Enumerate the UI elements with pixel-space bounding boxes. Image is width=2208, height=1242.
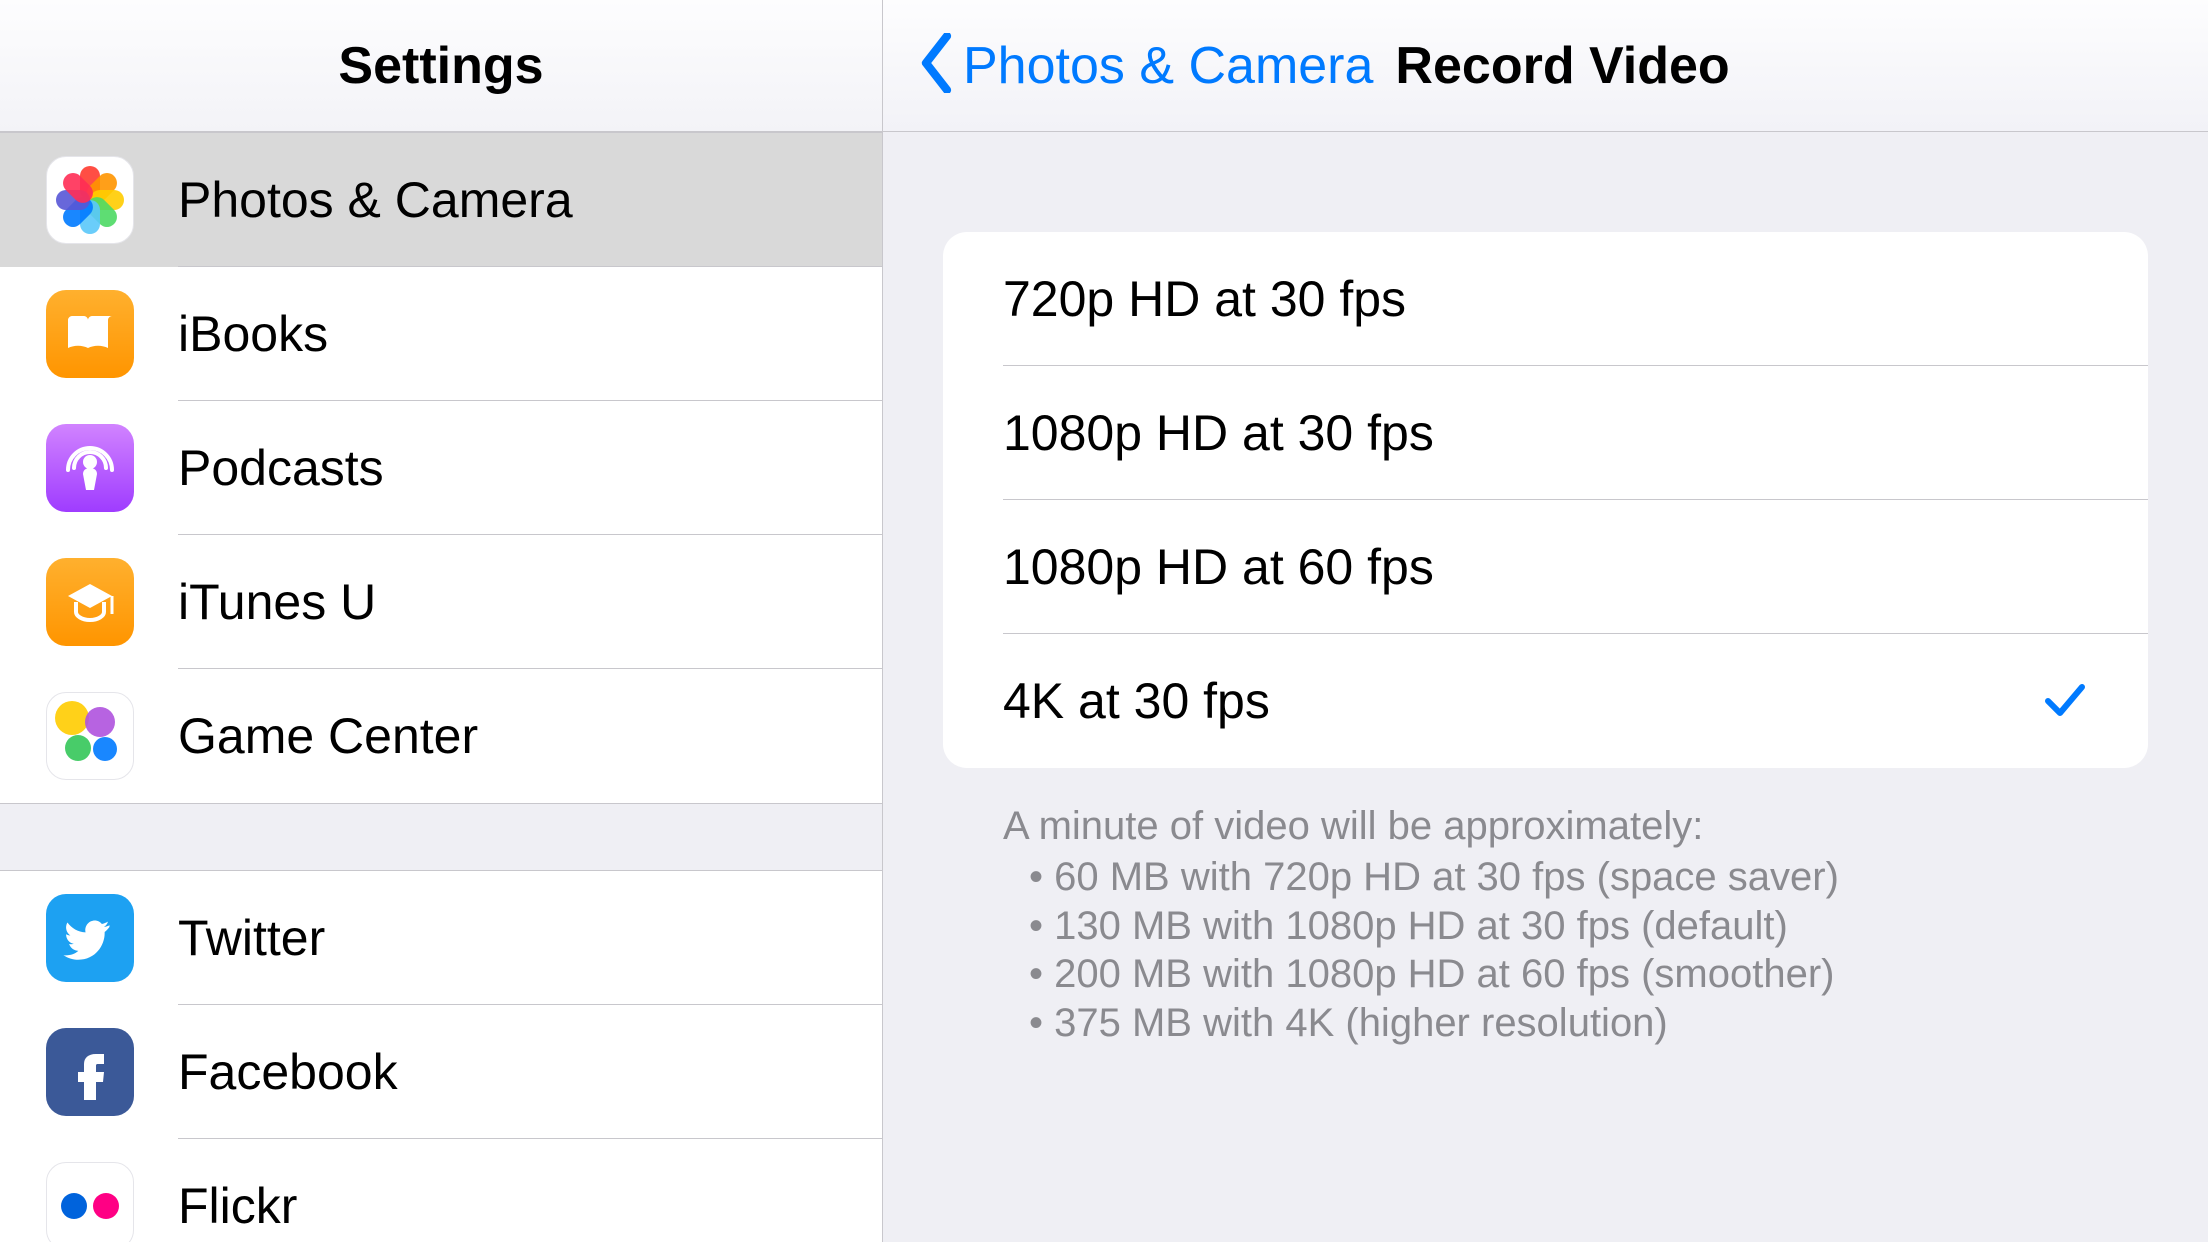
footer-line: • 130 MB with 1080p HD at 30 fps (defaul… xyxy=(1003,902,2088,951)
sidebar-item-photos-camera[interactable]: Photos & Camera xyxy=(0,133,882,267)
back-button[interactable]: Photos & Camera xyxy=(915,33,1373,98)
flickr-icon xyxy=(46,1162,134,1242)
sidebar-item-label: iTunes U xyxy=(178,573,376,631)
gamecenter-icon xyxy=(46,692,134,780)
sidebar-item-label: Photos & Camera xyxy=(178,171,573,229)
video-option-row[interactable]: 1080p HD at 60 fps xyxy=(943,500,2148,634)
facebook-icon xyxy=(46,1028,134,1116)
sidebar-item-facebook[interactable]: Facebook xyxy=(0,1005,882,1139)
footer-line: • 200 MB with 1080p HD at 60 fps (smooth… xyxy=(1003,950,2088,999)
sidebar-header: Settings xyxy=(0,0,882,132)
sidebar: Settings Photos & Camera iBooks Podcasts iT… xyxy=(0,0,883,1242)
sidebar-item-label: Twitter xyxy=(178,909,325,967)
sidebar-item-itunesu[interactable]: iTunes U xyxy=(0,535,882,669)
photos-icon xyxy=(46,156,134,244)
sidebar-item-label: Facebook xyxy=(178,1043,398,1101)
sidebar-item-label: Flickr xyxy=(178,1177,297,1235)
video-option-row[interactable]: 4K at 30 fps xyxy=(943,634,2148,768)
footer-line: • 60 MB with 720p HD at 30 fps (space sa… xyxy=(1003,853,2088,902)
back-label: Photos & Camera xyxy=(963,36,1373,96)
sidebar-item-twitter[interactable]: Twitter xyxy=(0,871,882,1005)
detail-header: Photos & Camera Record Video xyxy=(883,0,2208,132)
sidebar-item-gamecenter[interactable]: Game Center xyxy=(0,669,882,803)
video-option-label: 1080p HD at 60 fps xyxy=(1003,538,1434,596)
footer-line: • 375 MB with 4K (higher resolution) xyxy=(1003,999,2088,1048)
sidebar-item-podcasts[interactable]: Podcasts xyxy=(0,401,882,535)
chevron-left-icon xyxy=(915,33,955,98)
twitter-icon xyxy=(46,894,134,982)
sidebar-item-ibooks[interactable]: iBooks xyxy=(0,267,882,401)
page-title: Record Video xyxy=(1395,36,1729,96)
itunesu-icon xyxy=(46,558,134,646)
footer-note: A minute of video will be approximately:… xyxy=(943,768,2148,1082)
ibooks-icon xyxy=(46,290,134,378)
detail-pane: Photos & Camera Record Video 720p HD at … xyxy=(883,0,2208,1242)
option-group: 720p HD at 30 fps 1080p HD at 30 fps 1080p… xyxy=(943,232,2148,768)
sidebar-item-label: Game Center xyxy=(178,707,478,765)
sidebar-title: Settings xyxy=(338,36,543,96)
podcasts-icon xyxy=(46,424,134,512)
sidebar-item-label: iBooks xyxy=(178,305,328,363)
sidebar-scroll[interactable]: Photos & Camera iBooks Podcasts iTunes U Gam… xyxy=(0,132,882,1242)
sidebar-item-flickr[interactable]: Flickr xyxy=(0,1139,882,1242)
video-option-label: 4K at 30 fps xyxy=(1003,672,1270,730)
video-option-row[interactable]: 720p HD at 30 fps xyxy=(943,232,2148,366)
checkmark-icon xyxy=(2040,675,2088,728)
footer-intro: A minute of video will be approximately: xyxy=(1003,802,2088,851)
video-option-label: 1080p HD at 30 fps xyxy=(1003,404,1434,462)
detail-body: 720p HD at 30 fps 1080p HD at 30 fps 1080p… xyxy=(883,132,2208,1242)
sidebar-item-label: Podcasts xyxy=(178,439,384,497)
video-option-label: 720p HD at 30 fps xyxy=(1003,270,1406,328)
video-option-row[interactable]: 1080p HD at 30 fps xyxy=(943,366,2148,500)
